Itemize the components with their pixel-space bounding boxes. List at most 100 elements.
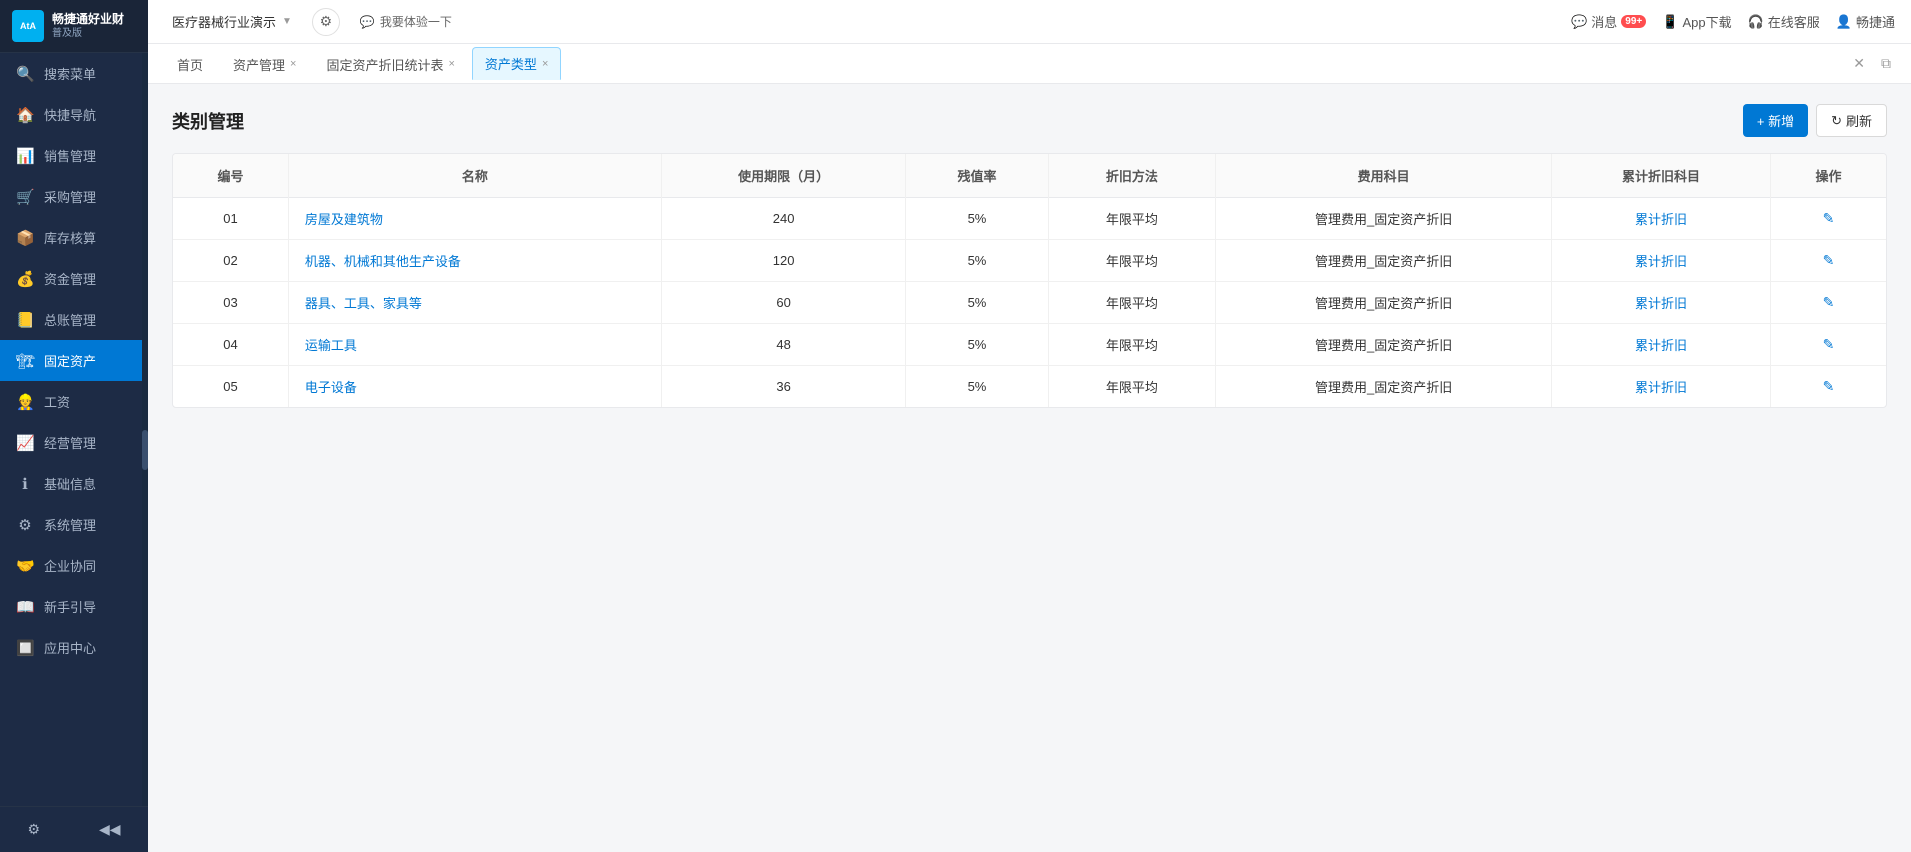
tab-close-asset-type[interactable]: × xyxy=(542,58,548,70)
tab-close-depreciation-table[interactable]: × xyxy=(448,58,454,70)
app-logo: AtA 畅捷通好业财 普及版 xyxy=(0,0,148,53)
sidebar-label-business: 经营管理 xyxy=(44,433,96,452)
sidebar-item-guide[interactable]: 📖新手引导 xyxy=(0,586,148,627)
sidebar-label-fixed-assets: 固定资产 xyxy=(44,351,96,370)
col-header-费用科目: 费用科目 xyxy=(1216,154,1552,198)
tabs-bar: 首页资产管理× 固定资产折旧统计表 × 资产类型 × ✕ ⧉ xyxy=(148,44,1911,84)
sidebar-label-guide: 新手引导 xyxy=(44,597,96,616)
col-header-折旧方法: 折旧方法 xyxy=(1048,154,1216,198)
new-button[interactable]: + 新增 xyxy=(1743,104,1808,137)
collapse-button[interactable]: ◀◀ xyxy=(91,815,129,844)
messages-badge: 99+ xyxy=(1621,15,1646,28)
settings-button[interactable]: ⚙ xyxy=(312,8,340,36)
tab-close-asset-mgmt[interactable]: × xyxy=(290,58,296,70)
tab-asset-mgmt[interactable]: 资产管理× xyxy=(220,48,309,80)
module-selector[interactable]: 医疗器械行业演示 ▼ xyxy=(164,8,300,35)
tab-home[interactable]: 首页 xyxy=(164,48,216,80)
sidebar-label-purchase: 采购管理 xyxy=(44,187,96,206)
data-table: 编号名称使用期限（月）残值率折旧方法费用科目累计折旧科目操作 01房屋及建筑物2… xyxy=(172,153,1887,408)
main-area: 医疗器械行业演示 ▼ ⚙ 💬 我要体验一下 💬 消息 99+ 📱 App下载 🎧… xyxy=(148,0,1911,852)
logo-name: 畅捷通好业财 xyxy=(52,12,124,28)
topbar: 医疗器械行业演示 ▼ ⚙ 💬 我要体验一下 💬 消息 99+ 📱 App下载 🎧… xyxy=(148,0,1911,44)
nav-icon-system: ⚙ xyxy=(16,516,34,534)
nav-icon-search: 🔍 xyxy=(16,65,34,83)
edit-button-row-2[interactable]: ✎ xyxy=(1771,282,1886,324)
sidebar-label-sales: 销售管理 xyxy=(44,146,96,165)
sidebar-label-funds: 资金管理 xyxy=(44,269,96,288)
sidebar-item-payroll[interactable]: 👷工资 xyxy=(0,381,148,422)
sidebar-label-ledger: 总账管理 xyxy=(44,310,96,329)
tab-depreciation-table[interactable]: 固定资产折旧统计表 × xyxy=(313,48,467,80)
app-download-button[interactable]: 📱 App下载 xyxy=(1662,12,1731,31)
tab-asset-type[interactable]: 资产类型 × xyxy=(472,47,561,80)
edit-button-row-3[interactable]: ✎ xyxy=(1771,324,1886,366)
sidebar-item-business[interactable]: 📈经营管理 xyxy=(0,422,148,463)
try-label: 我要体验一下 xyxy=(380,13,452,30)
sidebar-item-inventory[interactable]: 📦库存核算 xyxy=(0,217,148,258)
col-header-使用期限（月）: 使用期限（月） xyxy=(661,154,906,198)
sidebar-label-search: 搜索菜单 xyxy=(44,64,96,83)
sidebar-item-enterprise[interactable]: 🤝 企业协同 xyxy=(0,545,148,586)
sidebar-item-purchase[interactable]: 🛒 采购管理 xyxy=(0,176,148,217)
nav-icon-quick-nav: 🏠 xyxy=(16,106,34,124)
download-icon: 📱 xyxy=(1662,14,1678,30)
sidebar-label-quick-nav: 快捷导航 xyxy=(44,105,96,124)
tab-label-home: 首页 xyxy=(177,55,203,74)
user-profile-button[interactable]: 👤 畅捷通 xyxy=(1836,12,1895,31)
nav-icon-inventory: 📦 xyxy=(16,229,34,247)
page-actions: + 新增 ↻ 刷新 xyxy=(1743,104,1887,137)
close-window-button[interactable]: ✕ xyxy=(1849,53,1869,74)
sidebar-label-enterprise: 企业协同 xyxy=(44,556,96,575)
nav-icon-funds: 💰 xyxy=(16,270,34,288)
messages-button[interactable]: 💬 消息 99+ xyxy=(1571,12,1646,31)
nav-icon-basic-info: ℹ xyxy=(16,475,34,493)
user-icon: 👤 xyxy=(1836,14,1852,30)
tab-label-asset-type: 资产类型 xyxy=(485,54,537,73)
content-area: 类别管理 + 新增 ↻ 刷新 编号名称使用期限（月）残值率折旧方法费用科目累计折… xyxy=(148,84,1911,852)
nav-icon-app-center: 🔲 xyxy=(16,639,34,657)
refresh-button[interactable]: ↻ 刷新 xyxy=(1816,104,1887,137)
window-controls: ✕ ⧉ xyxy=(1849,53,1895,74)
col-header-名称: 名称 xyxy=(288,154,661,198)
chevron-down-icon: ▼ xyxy=(282,16,292,27)
sidebar-item-app-center[interactable]: 🔲应用中心 xyxy=(0,627,148,668)
chat-icon: 💬 xyxy=(360,15,375,29)
sidebar-scrollbar[interactable] xyxy=(142,53,148,806)
tab-label-depreciation-table: 固定资产折旧统计表 xyxy=(326,55,443,74)
nav-icon-enterprise: 🤝 xyxy=(16,557,34,575)
maximize-window-button[interactable]: ⧉ xyxy=(1877,53,1895,74)
gear-icon: ⚙ xyxy=(320,13,333,30)
module-name: 医疗器械行业演示 xyxy=(172,12,276,31)
sidebar-item-system[interactable]: ⚙系统管理 xyxy=(0,504,148,545)
messages-label: 消息 xyxy=(1591,12,1617,31)
sidebar-item-funds[interactable]: 💰 资金管理 xyxy=(0,258,148,299)
sidebar-item-sales[interactable]: 📊 销售管理 xyxy=(0,135,148,176)
table-row: 05电子设备365%年限平均管理费用_固定资产折旧累计折旧✎ xyxy=(173,366,1886,408)
edit-button-row-1[interactable]: ✎ xyxy=(1771,240,1886,282)
sidebar-item-search[interactable]: 🔍 搜索菜单 xyxy=(0,53,148,94)
sidebar-item-quick-nav[interactable]: 🏠 快捷导航 xyxy=(0,94,148,135)
nav-icon-sales: 📊 xyxy=(16,147,34,165)
service-icon: 🎧 xyxy=(1748,14,1764,30)
sidebar-nav: 🔍 搜索菜单 🏠 快捷导航 📊 销售管理 🛒 采购管理 📦库存核算 💰 资金管理 📒总账管理🏗固定资产… xyxy=(0,53,148,806)
customer-service-button[interactable]: 🎧 在线客服 xyxy=(1748,12,1820,31)
col-header-编号: 编号 xyxy=(173,154,288,198)
col-header-操作: 操作 xyxy=(1771,154,1886,198)
sidebar-item-fixed-assets[interactable]: 🏗固定资产 xyxy=(0,340,148,381)
edit-button-row-0[interactable]: ✎ xyxy=(1771,198,1886,240)
message-icon: 💬 xyxy=(1571,14,1587,30)
sidebar-item-basic-info[interactable]: ℹ 基础信息 xyxy=(0,463,148,504)
try-experience-button[interactable]: 💬 我要体验一下 xyxy=(352,9,460,34)
table-row: 02机器、机械和其他生产设备1205%年限平均管理费用_固定资产折旧累计折旧✎ xyxy=(173,240,1886,282)
topbar-right: 💬 消息 99+ 📱 App下载 🎧 在线客服 👤 畅捷通 xyxy=(1571,12,1895,31)
logo-version: 普及版 xyxy=(52,27,124,40)
sidebar-item-ledger[interactable]: 📒总账管理 xyxy=(0,299,148,340)
edit-button-row-4[interactable]: ✎ xyxy=(1771,366,1886,408)
sidebar-label-payroll: 工资 xyxy=(44,392,70,411)
nav-icon-purchase: 🛒 xyxy=(16,188,34,206)
page-title: 类别管理 xyxy=(172,108,244,134)
sidebar-label-basic-info: 基础信息 xyxy=(44,474,96,493)
refresh-label: 刷新 xyxy=(1846,111,1872,130)
settings-bottom-button[interactable]: ⚙ xyxy=(19,815,48,844)
table-row: 01房屋及建筑物2405%年限平均管理费用_固定资产折旧累计折旧✎ xyxy=(173,198,1886,240)
